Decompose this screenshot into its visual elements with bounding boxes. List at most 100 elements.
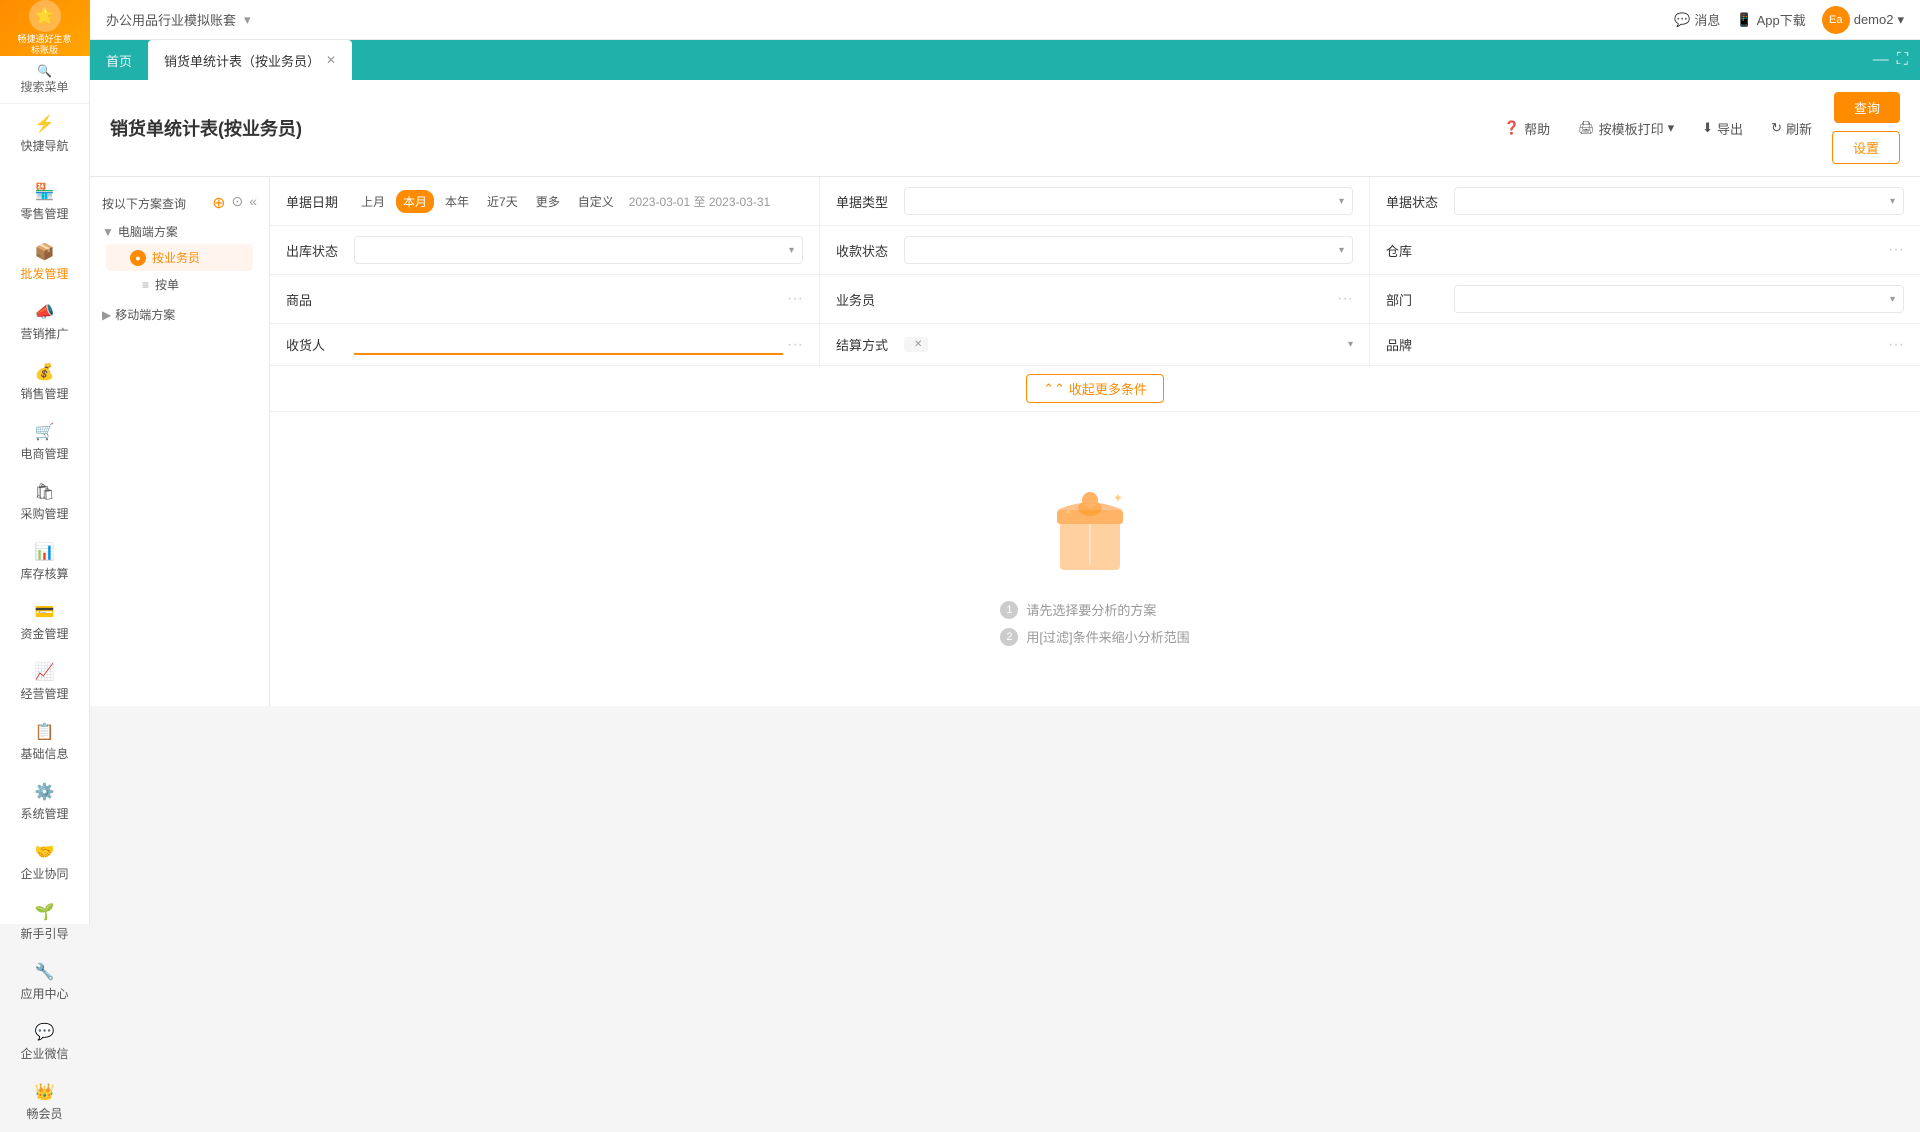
sidebar-item-enterprise[interactable]: 🤝 企业协同 [0,832,89,892]
refresh-icon: ↻ [1771,120,1782,136]
doc-type-select[interactable]: ▾ [904,187,1353,215]
app-download-label: App下载 [1757,10,1806,29]
svg-text:✦: ✦ [1065,508,1072,517]
date-btn-custom[interactable]: 自定义 [571,190,621,213]
dept-select[interactable]: ▾ [1454,285,1904,313]
settlement-clear-icon[interactable]: ✕ [914,339,922,350]
mobile-group-title[interactable]: ▶ 移动端方案 [102,306,257,323]
warehouse-dots[interactable]: ··· [1888,241,1904,259]
filter-cell-goods: 商品 ··· [270,275,820,323]
consignee-dots[interactable]: ··· [787,336,803,354]
staff-dots[interactable]: ··· [1337,290,1353,308]
tip-num-1: 1 [1000,601,1018,619]
doc-status-select[interactable]: ▾ [1454,187,1904,215]
payment-label: 收款状态 [836,241,896,260]
left-panel: 按以下方案查询 ⊕ ⊙ « ▼ 电脑端方案 ● 按业务员 [90,177,270,706]
settings-button[interactable]: 设置 [1832,131,1900,164]
filter-cell-settlement: 结算方式 ✕ ▾ [820,324,1370,365]
filter-row-3: 商品 ··· 业务员 ··· 部门 [270,275,1920,324]
sidebar-item-marketing[interactable]: 📣 营销推广 [0,292,89,352]
sidebar-item-quick-nav[interactable]: ⚡ 快捷导航 [0,104,89,164]
member-label: 畅会员 [26,1105,62,1122]
settlement-arrow[interactable]: ▾ [1348,339,1353,350]
doc-status-arrow: ▾ [1890,196,1895,207]
desktop-group: ▼ 电脑端方案 ● 按业务员 ≡ 按单 [90,219,269,302]
dept-label: 部门 [1386,290,1446,309]
topbar-left: 办公用品行业模拟账套 ▾ [106,10,251,29]
consignee-input[interactable] [354,334,783,355]
outbound-select[interactable]: ▾ [354,236,803,264]
scheme-by-order[interactable]: ≡ 按单 [106,272,253,297]
date-btn-this-year[interactable]: 本年 [438,190,476,213]
topbar-dropdown-icon[interactable]: ▾ [244,12,251,28]
purchase-label: 采购管理 [20,505,68,522]
mobile-group: ▶ 移动端方案 [90,302,269,331]
goods-dots[interactable]: ··· [787,290,803,308]
user-menu[interactable]: Ea demo2 ▾ [1822,6,1904,34]
sidebar-item-purchase[interactable]: 🛍 采购管理 [0,472,89,532]
refresh-btn[interactable]: ↻ 刷新 [1763,115,1820,142]
tab-close-icon[interactable]: ✕ [326,53,336,67]
sidebar-item-ops[interactable]: 📈 经营管理 [0,652,89,712]
date-btn-last7[interactable]: 近7天 [480,190,525,213]
sidebar-item-wholesale[interactable]: 📦 批发管理 [0,232,89,292]
sidebar-item-wechat[interactable]: 💬 企业微信 [0,1012,89,1072]
filter-cell-doc-type: 单据类型 ▾ [820,177,1370,225]
scheme-settings-icon[interactable]: ⊙ [231,193,243,213]
collapse-btn-label: 收起更多条件 [1069,379,1147,398]
user-dropdown-icon: ▾ [1897,12,1904,28]
date-label: 单据日期 [286,192,346,211]
date-btn-more[interactable]: 更多 [529,190,567,213]
left-panel-actions: ⊕ ⊙ « [212,193,257,213]
finance-icon: 💳 [35,602,55,622]
scheme-by-staff[interactable]: ● 按业务员 [106,244,253,271]
message-btn[interactable]: 💬 消息 [1674,10,1720,29]
tab-minimize-icon[interactable]: — [1873,51,1889,69]
sidebar-item-ecommerce[interactable]: 🛒 电商管理 [0,412,89,472]
topbar-title: 办公用品行业模拟账套 [106,10,236,29]
sidebar-item-finance[interactable]: 💳 资金管理 [0,592,89,652]
tab-home[interactable]: 首页 [90,40,148,80]
tab-sales-stats[interactable]: 销货单统计表（按业务员） ✕ [148,40,352,80]
desktop-group-title[interactable]: ▼ 电脑端方案 [102,223,257,240]
warehouse-label: 仓库 [1386,241,1446,260]
date-btn-last-month[interactable]: 上月 [354,190,392,213]
add-scheme-icon[interactable]: ⊕ [212,193,225,213]
sidebar-item-apps[interactable]: 🔧 应用中心 [0,952,89,1012]
sidebar-item-system[interactable]: ⚙️ 系统管理 [0,772,89,832]
collapse-panel-icon[interactable]: « [249,193,257,213]
help-btn[interactable]: ❓ 帮助 [1496,115,1558,142]
sidebar-item-inventory[interactable]: 📊 库存核算 [0,532,89,592]
wholesale-icon: 📦 [35,242,55,262]
ops-icon: 📈 [35,662,55,682]
date-btn-this-month[interactable]: 本月 [396,190,434,213]
template-print-btn[interactable]: 🖨 按模板打印 ▾ [1570,115,1682,142]
sales-stats-tab-label: 销货单统计表（按业务员） [164,51,320,70]
app-download-btn[interactable]: 📱 App下载 [1736,10,1805,29]
sidebar-item-member[interactable]: 👑 畅会员 [0,1072,89,1132]
scheme-by-order-label: 按单 [155,276,179,293]
help-icon: ❓ [1504,120,1520,136]
sidebar-item-sales[interactable]: 💰 销售管理 [0,352,89,412]
user-avatar: Ea [1822,6,1850,34]
logo-icon: 🌟 [29,0,61,32]
filter-cell-date: 单据日期 上月 本月 本年 近7天 更多 自定义 2023-03-01 至 20… [270,177,820,225]
query-button[interactable]: 查询 [1834,92,1900,123]
sidebar-item-retail[interactable]: 🏪 零售管理 [0,172,89,232]
brand-label: 品牌 [1386,335,1446,354]
sidebar-item-basic[interactable]: 📋 基础信息 [0,712,89,772]
payment-select[interactable]: ▾ [904,236,1353,264]
outbound-arrow: ▾ [789,245,794,256]
tab-expand-icon[interactable]: ⛶ [1897,51,1908,69]
newuser-icon: 🌱 [35,902,55,922]
sidebar-item-newuser[interactable]: 🌱 新手引导 [0,892,89,952]
brand-dots[interactable]: ··· [1888,336,1904,354]
export-btn[interactable]: ⬇ 导出 [1694,115,1751,142]
search-menu[interactable]: 🔍 搜索菜单 [0,56,89,104]
apps-icon: 🔧 [35,962,55,982]
desktop-group-label: 电脑端方案 [118,223,178,240]
page-actions: ❓ 帮助 🖨 按模板打印 ▾ ⬇ 导出 ↻ 刷新 查询 [1496,92,1900,164]
collapse-btn[interactable]: ⌃⌃ 收起更多条件 [1026,374,1164,403]
help-label: 帮助 [1524,119,1550,138]
filter-cell-payment: 收款状态 ▾ [820,226,1370,274]
